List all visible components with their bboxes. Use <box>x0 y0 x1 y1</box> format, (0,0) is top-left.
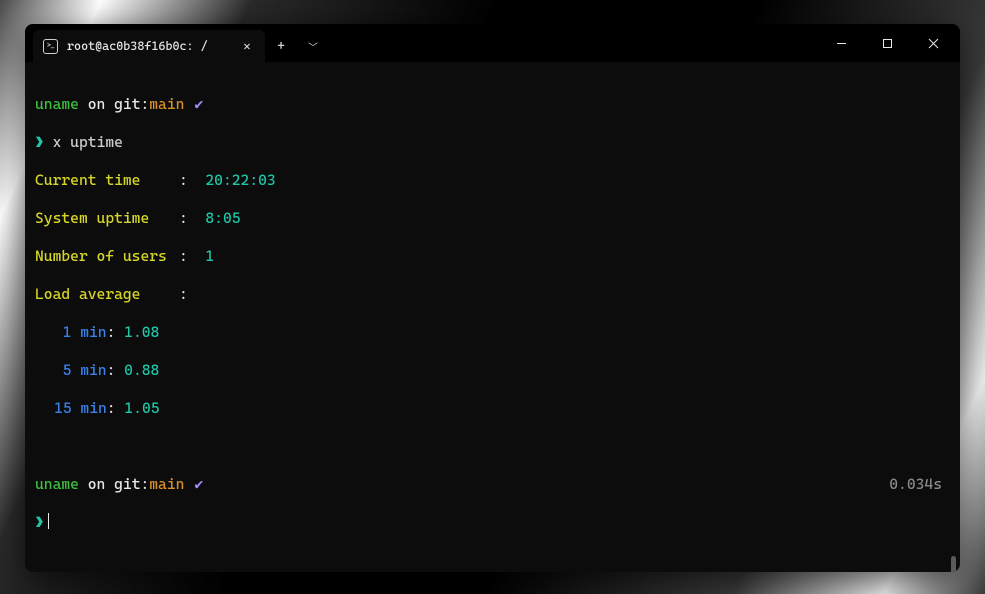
label-load-average: Load average <box>35 285 179 304</box>
command-text: x uptime <box>53 133 123 151</box>
tab-dropdown-button[interactable]: ﹀ <box>297 30 329 62</box>
minimize-icon <box>836 38 847 49</box>
output-current-time: Current time: 20:22:03 <box>35 171 946 190</box>
tab-close-button[interactable]: ✕ <box>239 39 255 53</box>
colon: : <box>107 399 116 417</box>
prompt-context-1: uname on git:main ✔ <box>35 95 946 114</box>
command-duration: 0.034s <box>889 475 942 494</box>
prompt-git: git: <box>114 475 149 494</box>
label-system-uptime: System uptime <box>35 209 179 228</box>
value-5min: 0.88 <box>124 361 159 379</box>
colon: : <box>179 171 188 189</box>
close-window-button[interactable] <box>910 24 956 62</box>
prompt-user: uname <box>35 475 79 494</box>
terminal-icon <box>43 39 58 54</box>
prompt-on: on <box>79 475 114 494</box>
command-line-1: ❯ x uptime <box>35 133 946 152</box>
colon: : <box>107 361 116 379</box>
prompt-arrow: ❯ <box>35 133 44 151</box>
cursor <box>48 513 50 529</box>
prompt-context-2: uname on git:main ✔ 0.034s <box>35 475 946 494</box>
close-icon <box>928 38 939 49</box>
prompt-user: uname <box>35 95 79 114</box>
value-current-time: 20:22:03 <box>205 171 275 189</box>
colon: : <box>107 323 116 341</box>
output-system-uptime: System uptime: 8:05 <box>35 209 946 228</box>
terminal-body[interactable]: uname on git:main✔ ❯ x uptime Current ti… <box>25 62 960 572</box>
maximize-icon <box>882 38 893 49</box>
check-icon: ✔ <box>194 475 203 494</box>
tab-title: root@ac0b38f16b0c: / <box>67 39 230 53</box>
label-current-time: Current time <box>35 171 179 190</box>
minimize-button[interactable] <box>818 24 864 62</box>
output-load-5min: 5 min: 0.88 <box>35 361 946 380</box>
terminal-window: root@ac0b38f16b0c: / ✕ + ﹀ uname on git:… <box>25 24 960 572</box>
output-load-average: Load average: <box>35 285 946 304</box>
blank-line <box>35 437 946 456</box>
colon: : <box>179 247 188 265</box>
label-15min: 15 min <box>44 399 107 418</box>
maximize-button[interactable] <box>864 24 910 62</box>
label-1min: 1 min <box>53 323 107 342</box>
value-num-users: 1 <box>205 247 214 265</box>
prompt-branch: main <box>149 475 184 494</box>
label-num-users: Number of users <box>35 247 179 266</box>
command-line-ready[interactable]: ❯ <box>35 513 946 532</box>
tab-actions: + ﹀ <box>265 30 329 62</box>
scrollbar-thumb[interactable] <box>951 556 956 572</box>
terminal-tab[interactable]: root@ac0b38f16b0c: / ✕ <box>33 30 265 62</box>
output-num-users: Number of users: 1 <box>35 247 946 266</box>
output-load-15min: 15 min: 1.05 <box>35 399 946 418</box>
label-5min: 5 min <box>53 361 107 380</box>
prompt-arrow: ❯ <box>35 513 44 531</box>
output-load-1min: 1 min: 1.08 <box>35 323 946 342</box>
titlebar: root@ac0b38f16b0c: / ✕ + ﹀ <box>25 24 960 62</box>
colon: : <box>179 285 188 303</box>
prompt-git: git: <box>114 95 149 114</box>
value-system-uptime: 8:05 <box>205 209 240 227</box>
prompt-branch: main <box>149 95 184 114</box>
check-icon: ✔ <box>194 95 203 114</box>
window-controls <box>818 24 960 62</box>
value-15min: 1.05 <box>124 399 159 417</box>
colon: : <box>179 209 188 227</box>
prompt-on: on <box>79 95 114 114</box>
new-tab-button[interactable]: + <box>265 30 297 62</box>
value-1min: 1.08 <box>124 323 159 341</box>
